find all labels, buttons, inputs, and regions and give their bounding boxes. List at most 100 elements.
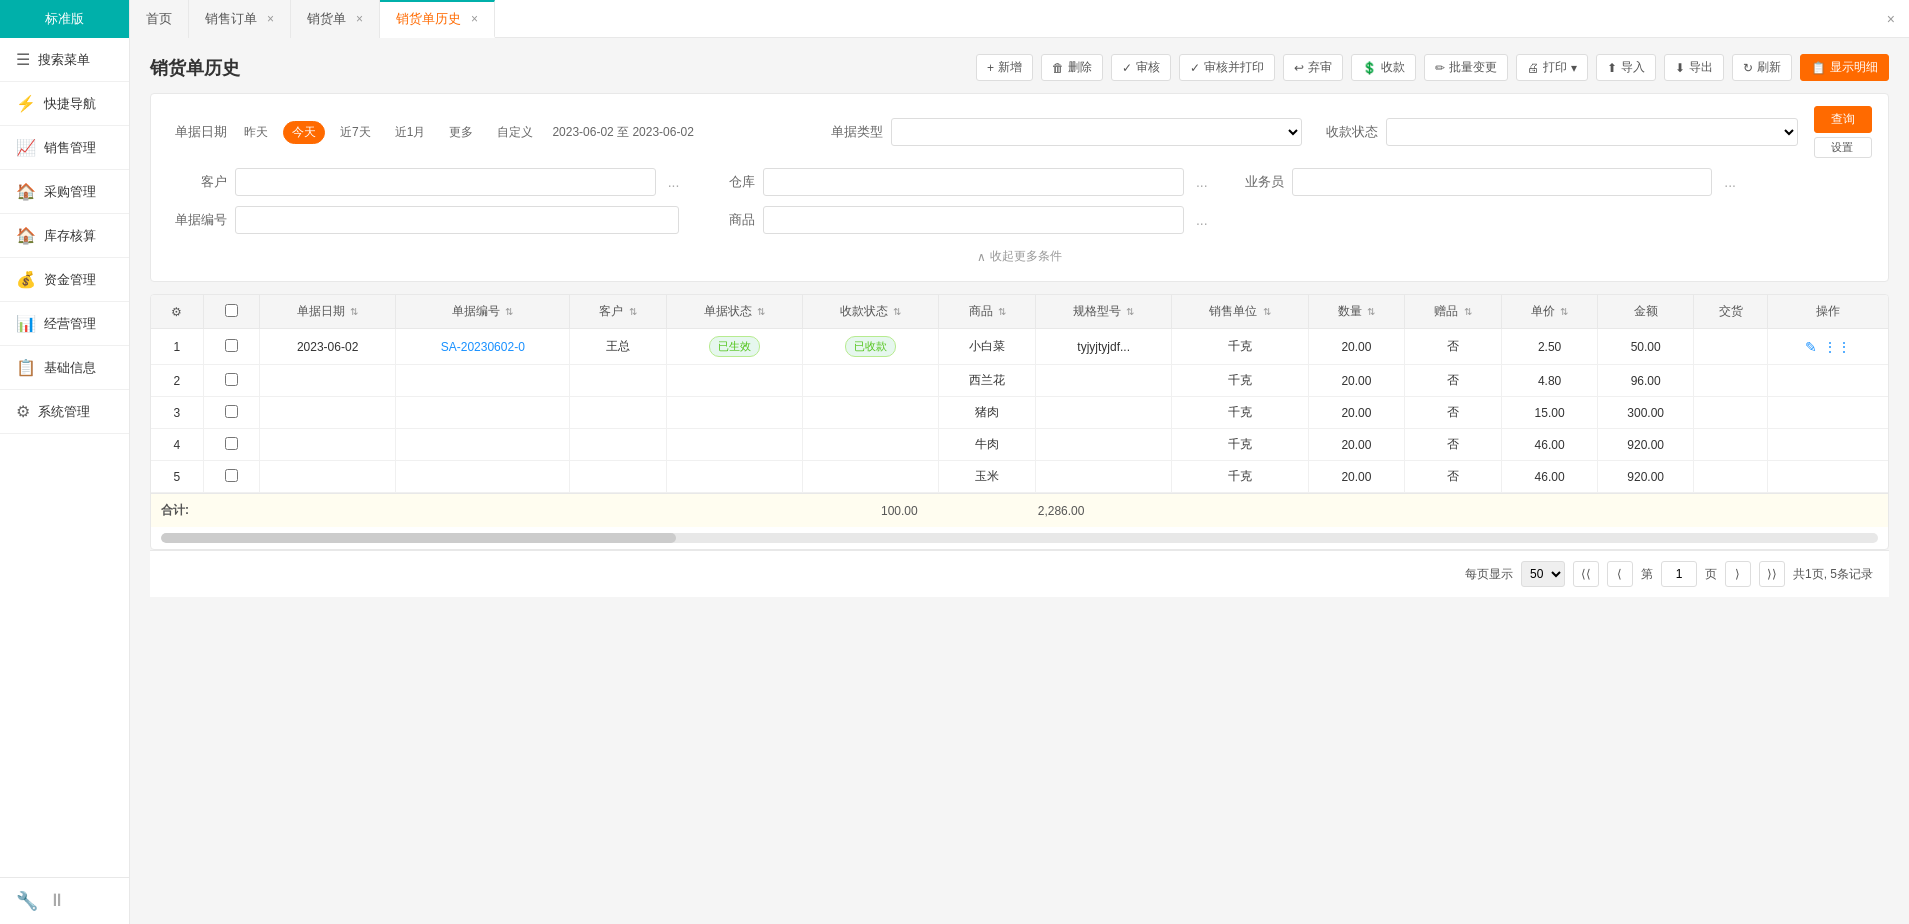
last-page-button[interactable]: ⟩⟩ bbox=[1759, 561, 1785, 587]
col-doc-no[interactable]: 单据编号 ⇅ bbox=[396, 295, 570, 329]
doc-no-input[interactable] bbox=[235, 206, 679, 234]
cell-checkbox[interactable] bbox=[203, 429, 259, 461]
row-checkbox[interactable] bbox=[225, 373, 238, 386]
edit-icon[interactable]: ✎ bbox=[1805, 339, 1817, 355]
doc-type-select[interactable] bbox=[891, 118, 1303, 146]
col-payment-status[interactable]: 收款状态 ⇅ bbox=[803, 295, 939, 329]
sidebar-item-base-info[interactable]: 📋 基础信息 bbox=[0, 346, 129, 390]
cell-action[interactable]: ✎ ⋮⋮ bbox=[1768, 329, 1888, 365]
collect-button[interactable]: 💲 收款 bbox=[1351, 54, 1416, 81]
cell-action[interactable] bbox=[1768, 397, 1888, 429]
next-page-button[interactable]: ⟩ bbox=[1725, 561, 1751, 587]
date-tag-7days[interactable]: 近7天 bbox=[331, 121, 380, 144]
col-spec[interactable]: 规格型号 ⇅ bbox=[1036, 295, 1172, 329]
show-detail-button[interactable]: 📋 显示明细 bbox=[1800, 54, 1889, 81]
col-unit-price[interactable]: 单价 ⇅ bbox=[1501, 295, 1598, 329]
sidebar-item-search-menu[interactable]: ☰ 搜索菜单 bbox=[0, 38, 129, 82]
cell-checkbox[interactable] bbox=[203, 461, 259, 493]
row-checkbox[interactable] bbox=[225, 469, 238, 482]
pause-icon[interactable]: ⏸ bbox=[48, 890, 66, 912]
goods-input[interactable] bbox=[763, 206, 1184, 234]
warehouse-dots[interactable]: ... bbox=[1196, 174, 1208, 190]
tab-home[interactable]: 首页 bbox=[130, 0, 189, 38]
scrollbar-thumb[interactable] bbox=[161, 533, 676, 543]
sidebar-item-sales-mgmt[interactable]: 📈 销售管理 bbox=[0, 126, 129, 170]
salesperson-input[interactable] bbox=[1292, 168, 1713, 196]
row-checkbox[interactable] bbox=[225, 405, 238, 418]
col-gift[interactable]: 赠品 ⇅ bbox=[1405, 295, 1502, 329]
col-doc-date[interactable]: 单据日期 ⇅ bbox=[259, 295, 395, 329]
audit-button[interactable]: ✓ 审核 bbox=[1111, 54, 1171, 81]
customer-input[interactable] bbox=[235, 168, 656, 196]
horizontal-scrollbar[interactable] bbox=[161, 533, 1878, 543]
sidebar-item-operations-mgmt[interactable]: 📊 经营管理 bbox=[0, 302, 129, 346]
date-tag-yesterday[interactable]: 昨天 bbox=[235, 121, 277, 144]
goods-dots[interactable]: ... bbox=[1196, 212, 1208, 228]
cell-checkbox[interactable] bbox=[203, 397, 259, 429]
col-settings[interactable]: ⚙ bbox=[151, 295, 203, 329]
tab-sales-goods-close[interactable]: × bbox=[356, 12, 363, 26]
col-amount[interactable]: 金额 bbox=[1598, 295, 1694, 329]
collapse-filter-button[interactable]: ∧ 收起更多条件 bbox=[167, 244, 1872, 269]
tab-sales-goods[interactable]: 销货单 × bbox=[291, 0, 380, 38]
print-button[interactable]: 🖨 打印 ▾ bbox=[1516, 54, 1588, 81]
delete-button[interactable]: 🗑 删除 bbox=[1041, 54, 1103, 81]
customer-dots[interactable]: ... bbox=[668, 174, 680, 190]
refresh-button[interactable]: ↻ 刷新 bbox=[1732, 54, 1792, 81]
cell-doc-no[interactable] bbox=[396, 461, 570, 493]
salesperson-dots[interactable]: ... bbox=[1724, 174, 1736, 190]
prev-page-button[interactable]: ⟨ bbox=[1607, 561, 1633, 587]
tab-sales-history[interactable]: 销货单历史 × bbox=[380, 0, 495, 38]
first-page-button[interactable]: ⟨⟨ bbox=[1573, 561, 1599, 587]
more-actions-icon[interactable]: ⋮⋮ bbox=[1823, 339, 1851, 355]
col-quantity[interactable]: 数量 ⇅ bbox=[1308, 295, 1405, 329]
settings-icon[interactable]: 🔧 bbox=[16, 890, 38, 912]
cell-doc-no[interactable] bbox=[396, 365, 570, 397]
audit-print-button[interactable]: ✓ 审核并打印 bbox=[1179, 54, 1275, 81]
col-customer[interactable]: 客户 ⇅ bbox=[570, 295, 667, 329]
sidebar-item-system-mgmt[interactable]: ⚙ 系统管理 bbox=[0, 390, 129, 434]
row-checkbox[interactable] bbox=[225, 339, 238, 352]
settings-filter-button[interactable]: 设置 bbox=[1814, 137, 1872, 158]
add-button[interactable]: + 新增 bbox=[976, 54, 1033, 81]
date-tag-1month[interactable]: 近1月 bbox=[386, 121, 435, 144]
cell-doc-no[interactable]: SA-20230602-0 bbox=[396, 329, 570, 365]
date-tag-more[interactable]: 更多 bbox=[440, 121, 482, 144]
cell-doc-no[interactable] bbox=[396, 429, 570, 461]
batch-change-button[interactable]: ✏ 批量变更 bbox=[1424, 54, 1508, 81]
select-all-checkbox[interactable] bbox=[225, 304, 238, 317]
import-button[interactable]: ⬆ 导入 bbox=[1596, 54, 1656, 81]
abandon-button[interactable]: ↩ 弃审 bbox=[1283, 54, 1343, 81]
page-size-select[interactable]: 50 bbox=[1521, 561, 1565, 587]
payment-status-select[interactable] bbox=[1386, 118, 1798, 146]
date-tag-custom[interactable]: 自定义 bbox=[488, 121, 542, 144]
tab-sales-order[interactable]: 销售订单 × bbox=[189, 0, 291, 38]
col-sales-unit[interactable]: 销售单位 ⇅ bbox=[1172, 295, 1308, 329]
col-goods[interactable]: 商品 ⇅ bbox=[939, 295, 1036, 329]
sidebar-item-quick-nav[interactable]: ⚡ 快捷导航 bbox=[0, 82, 129, 126]
export-button[interactable]: ⬇ 导出 bbox=[1664, 54, 1724, 81]
tab-sales-order-close[interactable]: × bbox=[267, 12, 274, 26]
col-checkbox[interactable] bbox=[203, 295, 259, 329]
cell-unit-price: 2.50 bbox=[1501, 329, 1598, 365]
finance-mgmt-icon: 💰 bbox=[16, 270, 36, 289]
cell-doc-no[interactable] bbox=[396, 397, 570, 429]
sidebar-item-finance-mgmt[interactable]: 💰 资金管理 bbox=[0, 258, 129, 302]
cell-checkbox[interactable] bbox=[203, 329, 259, 365]
cell-action[interactable] bbox=[1768, 461, 1888, 493]
col-doc-status[interactable]: 单据状态 ⇅ bbox=[666, 295, 802, 329]
warehouse-input[interactable] bbox=[763, 168, 1184, 196]
date-tag-today[interactable]: 今天 bbox=[283, 121, 325, 144]
sidebar-item-purchase-mgmt[interactable]: 🏠 采购管理 bbox=[0, 170, 129, 214]
row-checkbox[interactable] bbox=[225, 437, 238, 450]
sidebar-item-inventory[interactable]: 🏠 库存核算 bbox=[0, 214, 129, 258]
cell-checkbox[interactable] bbox=[203, 365, 259, 397]
doc-no-link[interactable]: SA-20230602-0 bbox=[441, 340, 525, 354]
close-all-tabs[interactable]: × bbox=[1873, 11, 1909, 27]
tab-sales-history-close[interactable]: × bbox=[471, 12, 478, 26]
cell-action[interactable] bbox=[1768, 429, 1888, 461]
query-button[interactable]: 查询 bbox=[1814, 106, 1872, 133]
page-number-input[interactable] bbox=[1661, 561, 1697, 587]
table-row: 2西兰花千克20.00否4.8096.00 bbox=[151, 365, 1888, 397]
cell-action[interactable] bbox=[1768, 365, 1888, 397]
